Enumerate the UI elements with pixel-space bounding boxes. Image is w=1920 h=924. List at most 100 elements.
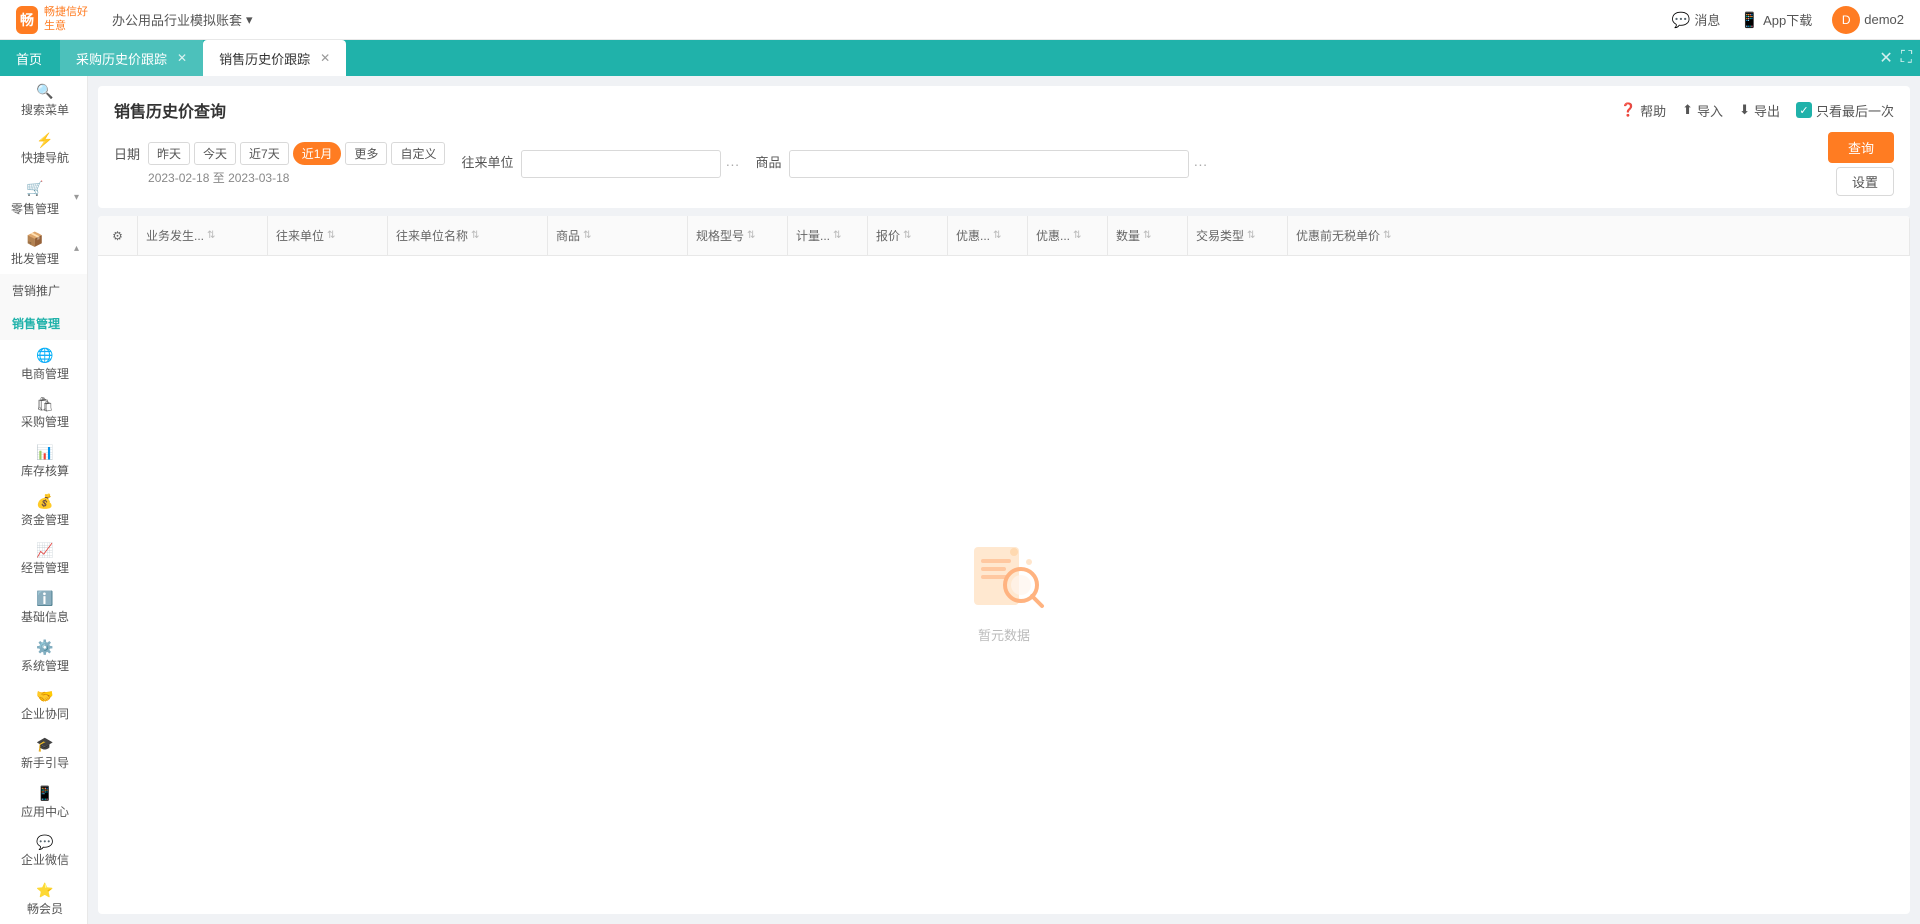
col-spec[interactable]: 规格型号 [688, 216, 788, 255]
retail-icon: 🛒 [26, 179, 43, 199]
product-input[interactable] [789, 150, 1189, 178]
wechat-icon: 💬 [36, 833, 53, 853]
date-range-text: 2023-02-18 至 2023-03-18 [148, 169, 445, 186]
sidebar-item-new-guide[interactable]: 🎓 新手引导 [0, 729, 87, 778]
col-discount1-sort-icon [993, 230, 1001, 241]
date-btn-custom[interactable]: 自定义 [391, 142, 445, 165]
sidebar-item-enterprise-wechat[interactable]: 💬 企业微信 [0, 827, 87, 876]
col-spec-label: 规格型号 [696, 227, 744, 244]
logo-text: 畅捷信好生意 [44, 6, 96, 32]
col-price[interactable]: 报价 [868, 216, 948, 255]
col-qty[interactable]: 数量 [1108, 216, 1188, 255]
date-btn-today[interactable]: 今天 [194, 142, 236, 165]
sidebar: 🔍 搜索菜单 ⚡ 快捷导航 🛒 零售管理 📦 批发管理 营销推广 销售管理 [0, 76, 88, 924]
col-unit-name[interactable]: 往来单位名称 [388, 216, 548, 255]
sidebar-item-basic-info[interactable]: ℹ️ 基础信息 [0, 583, 87, 632]
partner-input-wrapper: ··· [521, 150, 739, 178]
help-action[interactable]: ❓ 帮助 [1620, 101, 1666, 120]
col-product[interactable]: 商品 [548, 216, 688, 255]
export-action[interactable]: ⬇ 导出 [1739, 101, 1780, 120]
tab-close-all-icon[interactable]: ✕ [1879, 48, 1892, 68]
only-latest-label: 只看最后一次 [1816, 101, 1894, 120]
sidebar-item-inventory[interactable]: 📊 库存核算 [0, 437, 87, 486]
sidebar-item-inventory-label: 库存核算 [21, 463, 69, 480]
empty-svg-illustration [959, 527, 1049, 617]
chevron-down-icon [246, 12, 253, 28]
col-spec-sort-icon [747, 230, 755, 241]
col-date[interactable]: 业务发生... [138, 216, 268, 255]
col-discount1[interactable]: 优惠... [948, 216, 1028, 255]
sidebar-retail-inner: 🛒 零售管理 [11, 179, 59, 217]
sidebar-item-app-center[interactable]: 📱 应用中心 [0, 778, 87, 827]
app-download-label: App下载 [1763, 10, 1812, 29]
date-options: 昨天 今天 近7天 近1月 更多 自定义 2023-02-18 至 2023-0… [148, 142, 445, 186]
col-unit-code[interactable]: 往来单位 [268, 216, 388, 255]
sidebar-item-vip[interactable]: ⭐ 畅会员 [0, 875, 87, 924]
partner-input[interactable] [521, 150, 721, 178]
tab-expand-icon[interactable]: ⛶ [1901, 49, 1912, 67]
col-trade-type[interactable]: 交易类型 [1188, 216, 1288, 255]
tab-sales-close[interactable]: ✕ [320, 51, 330, 65]
col-discount2[interactable]: 优惠... [1028, 216, 1108, 255]
empty-illustration: 暂元数据 [959, 527, 1049, 644]
col-discount2-sort-icon [1073, 230, 1081, 241]
partner-ellipsis-icon[interactable]: ··· [725, 156, 739, 172]
sidebar-item-enterprise-agreement[interactable]: 🤝 企业协同 [0, 681, 87, 730]
product-ellipsis-icon[interactable]: ··· [1193, 156, 1207, 172]
col-notax-price[interactable]: 优惠前无税单价 [1288, 216, 1910, 255]
only-latest-checkbox[interactable]: ✓ [1796, 102, 1812, 118]
sidebar-item-wholesale[interactable]: 📦 批发管理 [0, 224, 87, 274]
user-action[interactable]: D demo2 [1832, 6, 1904, 34]
import-action[interactable]: ⬆ 导入 [1682, 101, 1723, 120]
date-btn-yesterday[interactable]: 昨天 [148, 142, 190, 165]
page-title: 销售历史价查询 [114, 98, 226, 122]
date-btn-7days[interactable]: 近7天 [240, 142, 289, 165]
finance-icon: 💰 [36, 492, 53, 512]
sidebar-item-ecommerce[interactable]: 🌐 电商管理 [0, 340, 87, 389]
only-latest-action[interactable]: ✓ 只看最后一次 [1796, 101, 1894, 120]
col-qty-sort-icon [1143, 230, 1151, 241]
sidebar-sub-marketing[interactable]: 营销推广 [0, 274, 87, 307]
sidebar-sub-sales-mgmt[interactable]: 销售管理 [0, 307, 87, 340]
sidebar-item-quick-nav-label: 快捷导航 [21, 150, 69, 167]
table-container: 业务发生... 往来单位 往来单位名称 商品 [98, 216, 1910, 914]
tab-purchase-history[interactable]: 采购历史价跟踪 ✕ [60, 40, 203, 76]
vip-icon: ⭐ [36, 881, 53, 901]
sidebar-item-system[interactable]: ⚙️ 系统管理 [0, 632, 87, 681]
import-icon: ⬆ [1682, 102, 1693, 118]
query-actions: ❓ 帮助 ⬆ 导入 ⬇ 导出 ✓ 只看最后一次 [1620, 101, 1894, 120]
company-dropdown[interactable]: 办公用品行业模拟账套 [104, 10, 261, 29]
tab-bar-actions: ✕ ⛶ [1879, 48, 1920, 68]
col-trade-type-label: 交易类型 [1196, 227, 1244, 244]
settings-button[interactable]: 设置 [1836, 167, 1894, 196]
logo-icon: 畅 [16, 6, 38, 34]
date-filter-label: 日期 [114, 142, 140, 163]
date-btn-1month[interactable]: 近1月 [293, 142, 342, 165]
tab-home[interactable]: 首页 [0, 40, 58, 76]
sidebar-wholesale-expand: 营销推广 销售管理 [0, 274, 87, 340]
message-icon: 💬 [1672, 11, 1691, 29]
sidebar-item-quick-nav[interactable]: ⚡ 快捷导航 [0, 125, 87, 174]
tab-sales-history[interactable]: 销售历史价跟踪 ✕ [203, 40, 346, 76]
col-date-label: 业务发生... [146, 227, 204, 244]
sidebar-item-vip-label: 畅会员 [27, 901, 63, 918]
message-action[interactable]: 💬 消息 [1672, 10, 1721, 29]
tab-purchase-close[interactable]: ✕ [177, 51, 187, 65]
query-title-row: 销售历史价查询 ❓ 帮助 ⬆ 导入 ⬇ 导出 [114, 98, 1894, 122]
col-price-sort-icon [903, 230, 911, 241]
sidebar-item-retail[interactable]: 🛒 零售管理 [0, 173, 87, 223]
date-btn-more[interactable]: 更多 [345, 142, 387, 165]
sidebar-item-search[interactable]: 🔍 搜索菜单 [0, 76, 87, 125]
col-notax-price-sort-icon [1383, 230, 1391, 241]
search-button[interactable]: 查询 [1828, 132, 1894, 163]
sidebar-item-finance[interactable]: 💰 资金管理 [0, 486, 87, 535]
sidebar-item-operations[interactable]: 📈 经营管理 [0, 535, 87, 584]
sidebar-item-finance-label: 资金管理 [21, 512, 69, 529]
logo: 畅 畅捷信好生意 [16, 6, 96, 34]
app-download-action[interactable]: 📱 App下载 [1740, 10, 1812, 29]
col-settings[interactable] [98, 216, 138, 255]
col-measure[interactable]: 计量... [788, 216, 868, 255]
col-unit-name-label: 往来单位名称 [396, 227, 468, 244]
sidebar-item-purchase[interactable]: 🛍 采购管理 [0, 389, 87, 438]
table-empty-state: 暂元数据 [98, 256, 1910, 914]
